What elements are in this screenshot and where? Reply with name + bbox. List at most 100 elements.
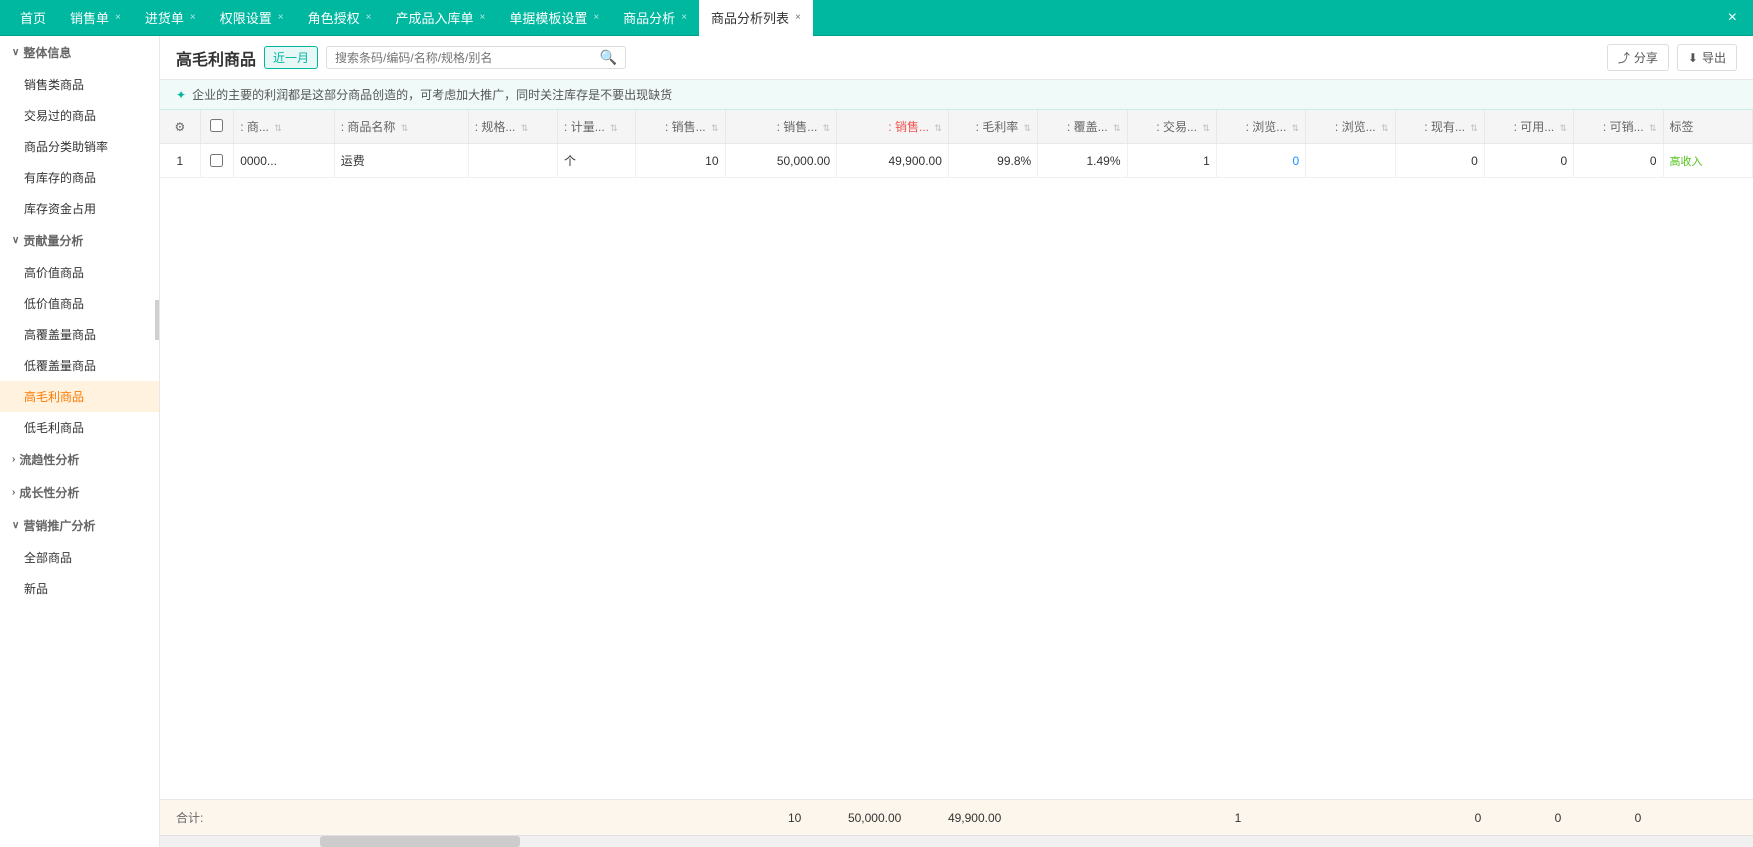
sidebar-section-contribution[interactable]: ∨ 贡献量分析 — [0, 224, 159, 257]
nav-goods-analysis[interactable]: 商品分析 × — [611, 0, 699, 36]
sidebar-item-low-coverage[interactable]: 低覆盖量商品 — [0, 350, 159, 381]
th-checkbox[interactable] — [200, 110, 234, 144]
th-stock2: : 可用... ⇅ — [1484, 110, 1573, 144]
sidebar-item-high-margin[interactable]: 高毛利商品 — [0, 381, 159, 412]
sort-browse2-icon[interactable]: ⇅ — [1381, 123, 1389, 133]
settings-icon[interactable]: ⚙ — [174, 120, 185, 134]
table-header-row: ⚙ : 商... ⇅ : 商品名称 ⇅ — [160, 110, 1753, 144]
row-checkbox-cell — [200, 144, 234, 178]
th-sale-amt1: : 销售... ⇅ — [725, 110, 837, 144]
sort-spec-icon[interactable]: ⇅ — [521, 123, 529, 133]
sort-gross-icon[interactable]: ⇅ — [1024, 123, 1032, 133]
sort-coverage-icon[interactable]: ⇅ — [1113, 123, 1121, 133]
nav-template[interactable]: 单据模板设置 × — [497, 0, 611, 36]
row-browse1: 0 — [1216, 144, 1305, 178]
sort-unit-icon[interactable]: ⇅ — [610, 123, 618, 133]
footer-trade: 1 — [1167, 811, 1247, 825]
sort-trade-icon[interactable]: ⇅ — [1202, 123, 1210, 133]
nav-product-inbound[interactable]: 产成品入库单 × — [383, 0, 497, 36]
sidebar-item-in-stock[interactable]: 有库存的商品 — [0, 162, 159, 193]
th-gross-rate: : 毛利率 ⇅ — [948, 110, 1037, 144]
expand-contribution-icon: ∨ — [12, 235, 19, 246]
sidebar-section-overview[interactable]: ∨ 整体信息 — [0, 36, 159, 69]
sidebar-item-sales-goods[interactable]: 销售类商品 — [0, 69, 159, 100]
sidebar-item-low-value[interactable]: 低价值商品 — [0, 288, 159, 319]
search-input[interactable] — [335, 51, 600, 65]
close-role-tab[interactable]: × — [366, 12, 372, 23]
sidebar-item-all-goods[interactable]: 全部商品 — [0, 542, 159, 573]
horizontal-scrollbar[interactable] — [160, 835, 1753, 847]
content-area: 高毛利商品 近一月 🔍 ⤴ 分享 ⬇ 导出 ✦ 企业的主要的利润都是这部分商品创… — [160, 36, 1753, 847]
th-sale-amt2: : 销售... ⇅ — [837, 110, 949, 144]
sidebar-section-growth[interactable]: › 成长性分析 — [0, 476, 159, 509]
close-goods-analysis-tab[interactable]: × — [681, 12, 687, 23]
sidebar-item-high-coverage[interactable]: 高覆盖量商品 — [0, 319, 159, 350]
sort-stock2-icon[interactable]: ⇅ — [1560, 123, 1568, 133]
row-browse2 — [1306, 144, 1395, 178]
sidebar-section-trend[interactable]: › 流趋性分析 — [0, 443, 159, 476]
sort-sale-amt2-icon[interactable]: ⇅ — [934, 123, 942, 133]
notice-text: 企业的主要的利润都是这部分商品创造的，可考虑加大推广，同时关注库存是不要出现缺货 — [192, 86, 672, 103]
nav-role[interactable]: 角色授权 × — [296, 0, 384, 36]
th-spec: : 规格... ⇅ — [468, 110, 557, 144]
row-tag: 高收入 — [1663, 144, 1753, 178]
expand-trend-icon: › — [12, 454, 15, 465]
sort-stock1-icon[interactable]: ⇅ — [1470, 123, 1478, 133]
th-name: : 商品名称 ⇅ — [334, 110, 468, 144]
close-sales-tab[interactable]: × — [115, 12, 121, 23]
export-button[interactable]: ⬇ 导出 — [1677, 44, 1737, 71]
sort-name-icon[interactable]: ⇅ — [401, 123, 409, 133]
sidebar-section-marketing[interactable]: ∨ 营销推广分析 — [0, 509, 159, 542]
sidebar-item-high-value[interactable]: 高价值商品 — [0, 257, 159, 288]
nav-home[interactable]: 首页 — [8, 0, 58, 36]
sort-code-icon[interactable]: ⇅ — [274, 123, 282, 133]
th-stock1: : 现有... ⇅ — [1395, 110, 1484, 144]
sort-saleable-icon[interactable]: ⇅ — [1649, 123, 1657, 133]
header-actions: ⤴ 分享 ⬇ 导出 — [1607, 44, 1737, 71]
search-icon[interactable]: 🔍 — [600, 49, 617, 66]
sort-sale-qty-icon[interactable]: ⇅ — [711, 123, 719, 133]
sort-browse1-icon[interactable]: ⇅ — [1292, 123, 1300, 133]
row-sale-qty: 10 — [636, 144, 725, 178]
close-purchase-tab[interactable]: × — [190, 12, 196, 23]
page-title: 高毛利商品 — [176, 46, 256, 70]
th-saleable: : 可销... ⇅ — [1574, 110, 1663, 144]
top-navigation: 首页 销售单 × 进货单 × 权限设置 × 角色授权 × 产成品入库单 × 单据… — [0, 0, 1753, 36]
table-container: ⚙ : 商... ⇅ : 商品名称 ⇅ — [160, 110, 1753, 799]
data-table: ⚙ : 商... ⇅ : 商品名称 ⇅ — [160, 110, 1753, 178]
expand-growth-icon: › — [12, 487, 15, 498]
share-button[interactable]: ⤴ 分享 — [1607, 44, 1669, 71]
sidebar-item-stock-capital[interactable]: 库存资金占用 — [0, 193, 159, 224]
sidebar-item-low-margin[interactable]: 低毛利商品 — [0, 412, 159, 443]
close-goods-list-tab[interactable]: × — [795, 12, 801, 23]
th-settings[interactable]: ⚙ — [160, 110, 200, 144]
footer-stock2: 0 — [1487, 811, 1567, 825]
row-trade: 1 — [1127, 144, 1216, 178]
select-all-checkbox[interactable] — [210, 119, 223, 132]
sidebar-item-category-rate[interactable]: 商品分类助销率 — [0, 131, 159, 162]
expand-marketing-icon: ∨ — [12, 520, 19, 531]
row-checkbox[interactable] — [210, 154, 223, 167]
nav-goods-analysis-list[interactable]: 商品分析列表 × — [699, 0, 813, 36]
row-coverage: 1.49% — [1038, 144, 1127, 178]
browse1-link[interactable]: 0 — [1293, 154, 1300, 168]
notice-bar: ✦ 企业的主要的利润都是这部分商品创造的，可考虑加大推广，同时关注库存是不要出现… — [160, 80, 1753, 110]
close-all-tabs[interactable]: × — [1720, 9, 1745, 27]
nav-permission[interactable]: 权限设置 × — [208, 0, 296, 36]
footer-stock1: 0 — [1407, 811, 1487, 825]
sidebar-item-new-goods[interactable]: 新品 — [0, 573, 159, 604]
sidebar-item-traded-goods[interactable]: 交易过的商品 — [0, 100, 159, 131]
notice-icon: ✦ — [176, 88, 186, 102]
footer-sale-amt2: 49,900.00 — [907, 811, 1007, 825]
close-product-inbound-tab[interactable]: × — [479, 12, 485, 23]
table-row: 1 0000... 运费 个 10 50,000.00 49,900.00 — [160, 144, 1753, 178]
nav-purchase[interactable]: 进货单 × — [133, 0, 208, 36]
period-button[interactable]: 近一月 — [264, 46, 318, 69]
nav-sales[interactable]: 销售单 × — [58, 0, 133, 36]
row-unit: 个 — [558, 144, 636, 178]
close-permission-tab[interactable]: × — [278, 12, 284, 23]
sort-sale-amt1-icon[interactable]: ⇅ — [823, 123, 831, 133]
close-template-tab[interactable]: × — [593, 12, 599, 23]
share-icon: ⤴ — [1618, 49, 1630, 66]
export-icon: ⬇ — [1688, 51, 1698, 65]
